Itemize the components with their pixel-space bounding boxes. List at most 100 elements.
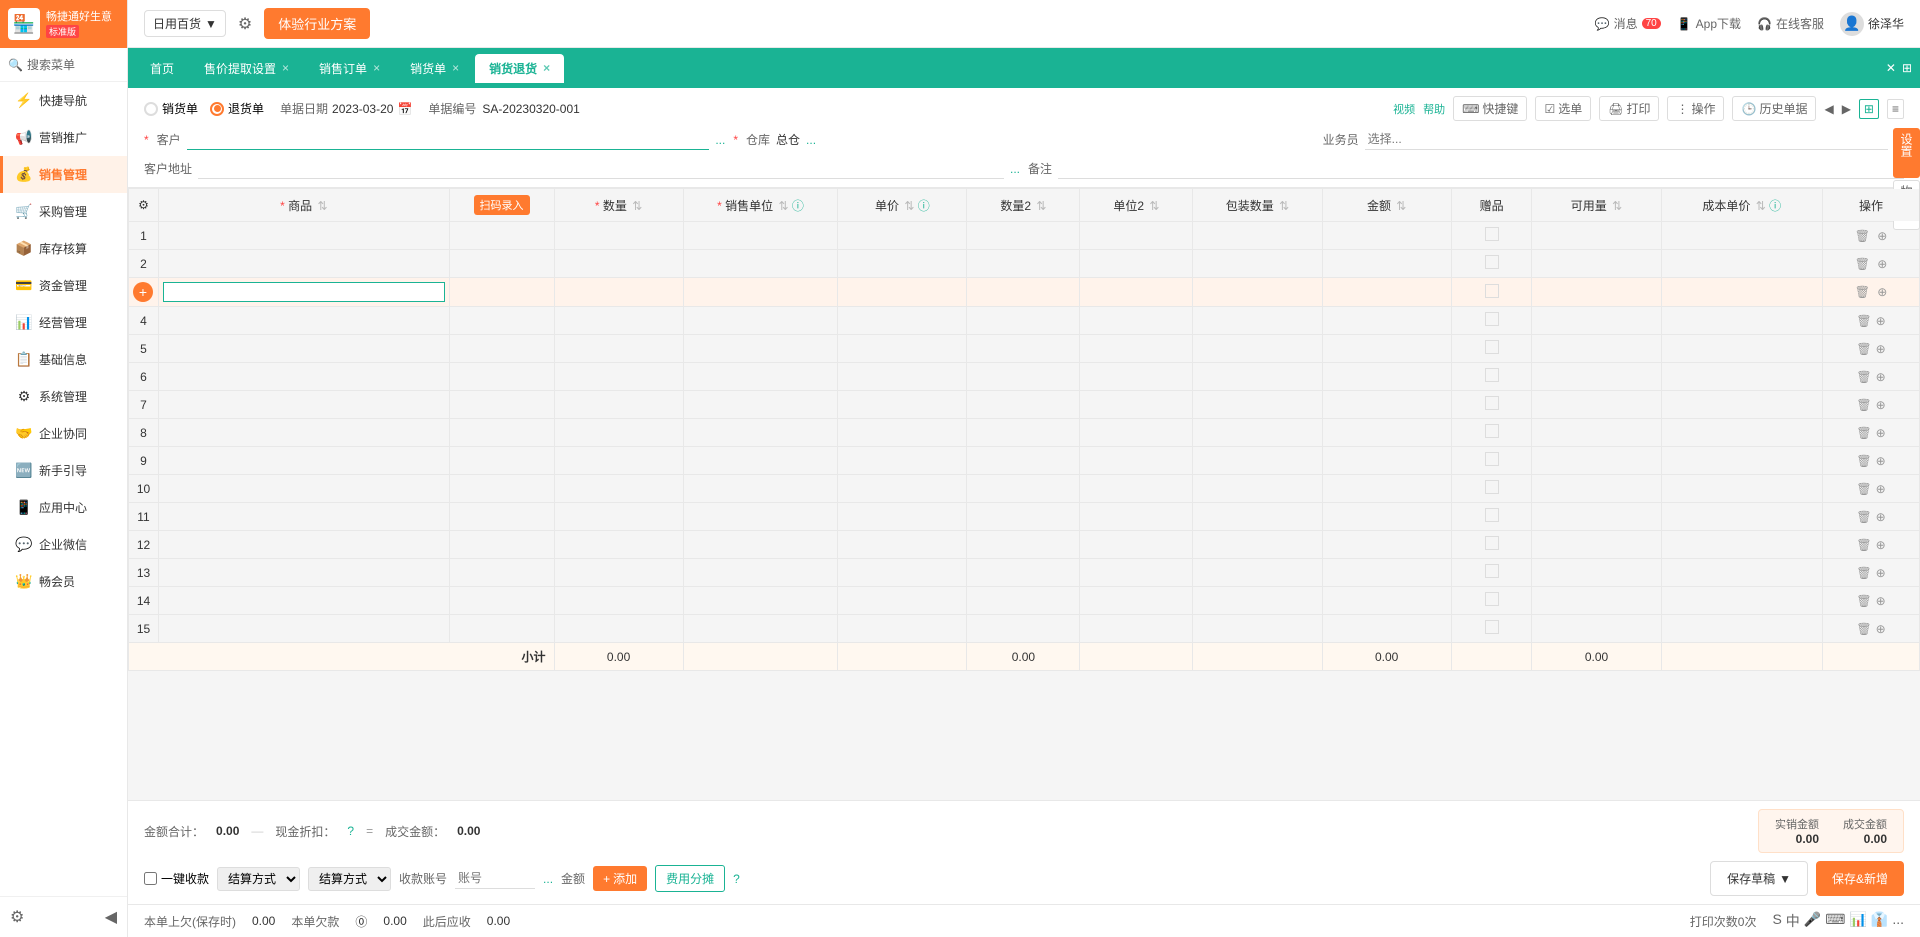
sidebar-item-inventory[interactable]: 📦 库存核算	[0, 230, 127, 267]
row-price[interactable]	[838, 278, 967, 307]
video-link[interactable]: 视频	[1393, 101, 1415, 117]
row-add-btn[interactable]: +	[129, 278, 159, 307]
tab-sales-order[interactable]: 销售订单 ×	[305, 54, 394, 83]
copy-icon[interactable]: ⊕	[1876, 454, 1886, 468]
one-click-payment[interactable]: 一键收款	[144, 870, 209, 887]
sort-icon[interactable]: ⇅	[1396, 199, 1406, 213]
sort-icon[interactable]: ⇅	[317, 199, 327, 213]
row-gift[interactable]	[1451, 278, 1532, 307]
row-unit[interactable]	[683, 278, 838, 307]
row-qty[interactable]	[554, 278, 683, 307]
row-qty2[interactable]	[967, 222, 1080, 250]
address-input[interactable]	[198, 158, 1004, 179]
select-btn[interactable]: ☑ 选单	[1535, 96, 1591, 121]
delete-icon[interactable]: 🗑	[1856, 370, 1871, 384]
row-cost[interactable]	[1661, 222, 1822, 250]
tab-sales-return[interactable]: 销货退货 ×	[475, 54, 564, 83]
delete-icon[interactable]: 🗑	[1856, 426, 1871, 440]
sidebar-item-enterprise[interactable]: 🤝 企业协同	[0, 415, 127, 452]
calendar-icon[interactable]: 📅	[397, 102, 412, 116]
row-unit2[interactable]	[1080, 278, 1193, 307]
salesperson-input[interactable]	[1365, 129, 1888, 150]
gift-checkbox[interactable]	[1485, 255, 1499, 269]
one-click-checkbox[interactable]	[144, 872, 157, 885]
tab-close-icon[interactable]: ×	[373, 61, 380, 75]
tool-icon-7[interactable]: ...	[1892, 911, 1904, 931]
row-pack[interactable]	[1193, 278, 1322, 307]
tool-icon-2[interactable]: 中	[1786, 911, 1800, 931]
sidebar-item-marketing[interactable]: 📢 营销推广	[0, 119, 127, 156]
next-record-btn[interactable]: ▶	[1842, 102, 1851, 116]
row-cost[interactable]	[1661, 250, 1822, 278]
row-unit[interactable]	[683, 222, 838, 250]
settings-icon[interactable]: ⚙	[10, 907, 24, 927]
sidebar-item-wechat[interactable]: 💬 企业微信	[0, 526, 127, 563]
sidebar-item-basic[interactable]: 📋 基础信息	[0, 341, 127, 378]
radio-return[interactable]: 退货单	[210, 100, 264, 117]
sort-icon[interactable]: ⇅	[904, 199, 914, 213]
note-input[interactable]	[1058, 158, 1904, 179]
row-product[interactable]	[159, 250, 450, 278]
address-dots[interactable]: ...	[1010, 162, 1020, 176]
copy-icon[interactable]: ⊕	[1876, 342, 1886, 356]
row-qty2[interactable]	[967, 278, 1080, 307]
history-btn[interactable]: 🕒 历史单据	[1732, 96, 1816, 121]
row-available[interactable]	[1532, 250, 1661, 278]
sidebar-item-finance[interactable]: 💳 资金管理	[0, 267, 127, 304]
category-select[interactable]: 日用百货 ▼	[144, 10, 226, 37]
sidebar-item-guide[interactable]: 🆕 新手引导	[0, 452, 127, 489]
customer-input[interactable]	[187, 129, 710, 150]
tab-sales[interactable]: 销货单 ×	[396, 54, 473, 83]
row-qty[interactable]	[554, 250, 683, 278]
sidebar-item-purchase[interactable]: 🛒 采购管理	[0, 193, 127, 230]
row-unit[interactable]	[683, 250, 838, 278]
maximize-icon[interactable]: ⊞	[1902, 61, 1912, 75]
tab-close-icon[interactable]: ×	[452, 61, 459, 75]
help-icon[interactable]: ?	[347, 824, 354, 838]
row-gift[interactable]	[1451, 222, 1532, 250]
delete-icon[interactable]: 🗑	[1856, 314, 1871, 328]
settlement-select[interactable]: 结算方式	[217, 867, 300, 891]
radio-sales[interactable]: 销货单	[144, 100, 198, 117]
print-btn[interactable]: 🖨 打印	[1599, 96, 1659, 121]
row-price[interactable]	[838, 250, 967, 278]
copy-icon[interactable]: ⊕	[1876, 482, 1886, 496]
save-new-btn[interactable]: 保存&新增	[1816, 861, 1904, 896]
settings-gear-icon[interactable]: ⚙	[238, 14, 252, 34]
delete-icon[interactable]: 🗑	[1856, 538, 1871, 552]
copy-icon[interactable]: ⊕	[1877, 257, 1887, 271]
copy-icon[interactable]: ⊕	[1877, 229, 1887, 243]
sidebar-item-vip[interactable]: 👑 畅会员	[0, 563, 127, 600]
sidebar-item-system[interactable]: ⚙ 系统管理	[0, 378, 127, 415]
row-amount[interactable]	[1322, 278, 1451, 307]
gift-checkbox[interactable]	[1485, 312, 1499, 326]
delete-icon[interactable]: 🗑	[1855, 229, 1870, 243]
operate-btn[interactable]: ⋮ 操作	[1667, 96, 1724, 121]
copy-icon[interactable]: ⊕	[1876, 398, 1886, 412]
copy-icon[interactable]: ⊕	[1876, 538, 1886, 552]
gift-checkbox[interactable]	[1485, 284, 1499, 298]
row-qty2[interactable]	[967, 250, 1080, 278]
product-input[interactable]	[163, 282, 445, 302]
sort-icon[interactable]: ⇅	[1036, 199, 1046, 213]
sidebar-item-operations[interactable]: 📊 经营管理	[0, 304, 127, 341]
gift-checkbox[interactable]	[1485, 424, 1499, 438]
barcode-btn[interactable]: 扫码录入	[474, 195, 530, 215]
prev-record-btn[interactable]: ◀	[1824, 102, 1833, 116]
row-price[interactable]	[838, 222, 967, 250]
collapse-icon[interactable]: ◀	[105, 907, 117, 927]
gift-checkbox[interactable]	[1485, 452, 1499, 466]
gift-checkbox[interactable]	[1485, 564, 1499, 578]
tab-price-settings[interactable]: 售价提取设置 ×	[190, 54, 303, 83]
copy-icon[interactable]: ⊕	[1877, 285, 1887, 299]
sidebar-item-shortcut[interactable]: ⚡ 快捷导航	[0, 82, 127, 119]
grid-view-btn[interactable]: ⊞	[1859, 99, 1879, 119]
trial-btn[interactable]: 体验行业方案	[264, 8, 370, 39]
delete-icon[interactable]: 🗑	[1856, 510, 1871, 524]
row-available[interactable]	[1532, 222, 1661, 250]
user-menu[interactable]: 👤 徐泽华	[1840, 12, 1904, 36]
row-gift[interactable]	[1451, 250, 1532, 278]
copy-icon[interactable]: ⊕	[1876, 370, 1886, 384]
split-btn[interactable]: 费用分摊	[655, 865, 725, 892]
row-available[interactable]	[1532, 278, 1661, 307]
